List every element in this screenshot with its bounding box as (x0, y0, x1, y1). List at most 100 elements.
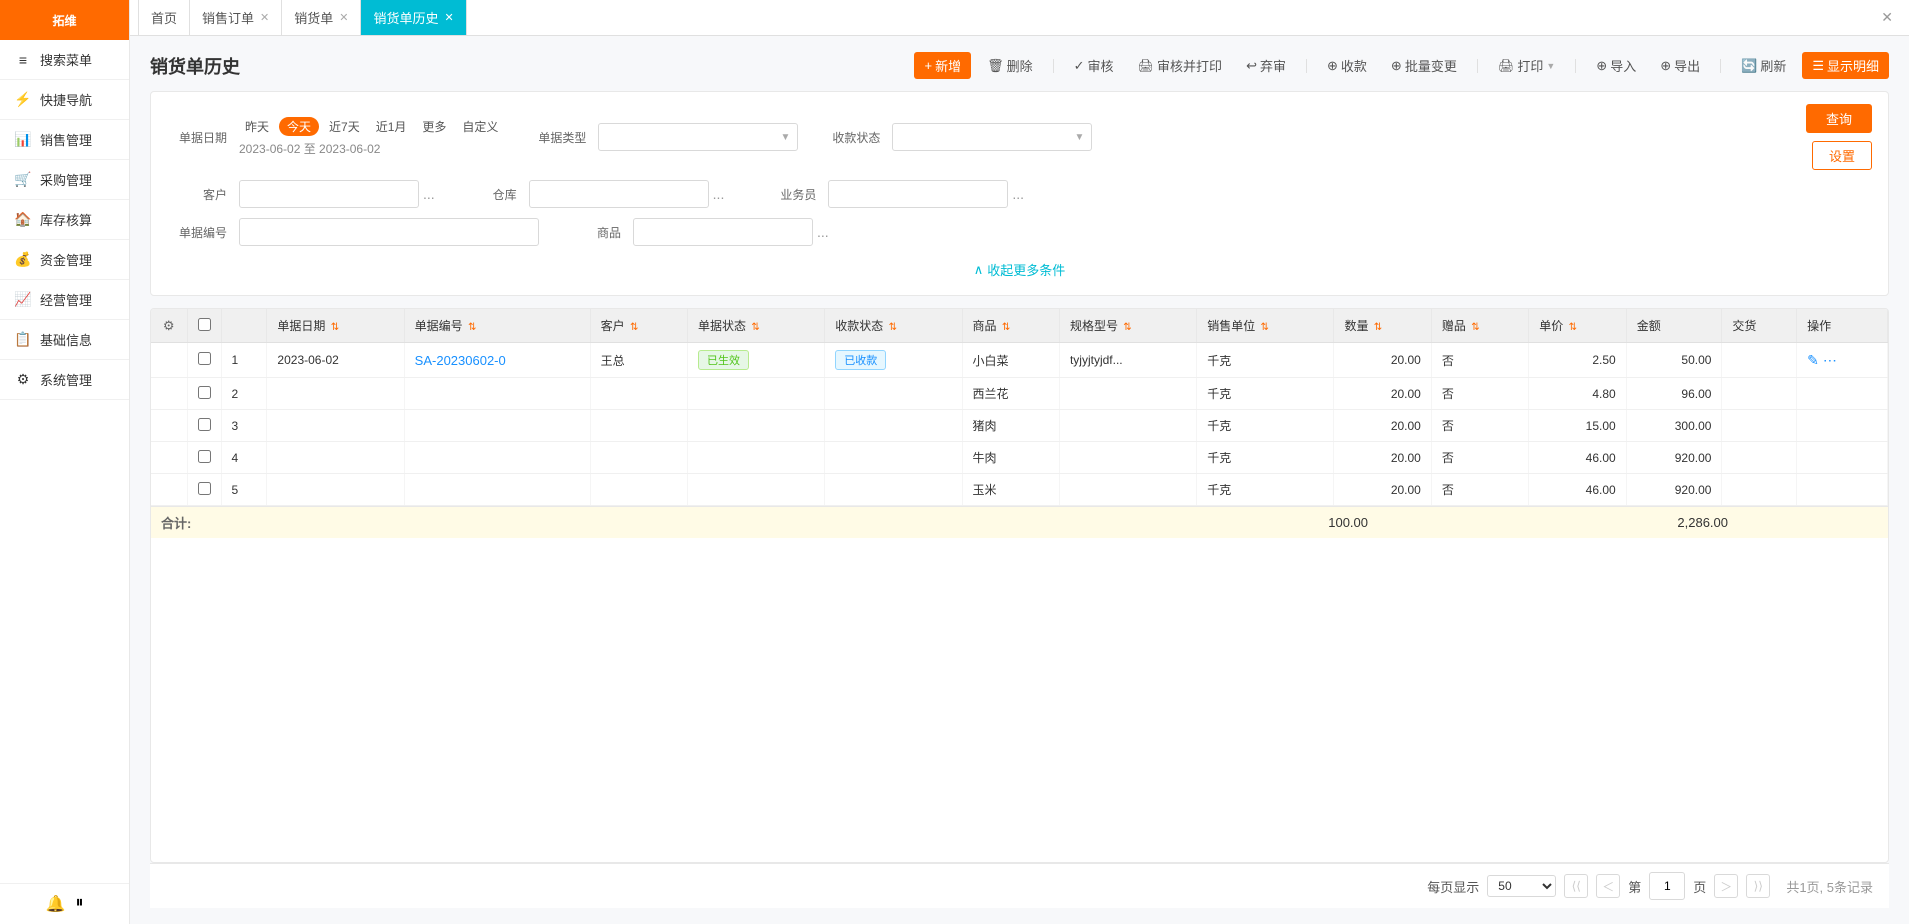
select-all-checkbox[interactable] (198, 318, 211, 331)
row-checkbox[interactable] (187, 343, 221, 378)
row-checkbox[interactable] (187, 442, 221, 474)
audit-button[interactable]: ✓ 审核 (1066, 52, 1122, 79)
delete-button[interactable]: 🗑 删除 (979, 52, 1041, 79)
batch-change-label: 批量变更 (1405, 56, 1457, 75)
th-payment-status[interactable]: 收款状态 ⇅ (825, 309, 962, 343)
doc-no-link[interactable]: SA-20230602-0 (415, 353, 506, 368)
date-chip-more[interactable]: 更多 (416, 117, 452, 136)
more-actions-icon[interactable]: ⋯ (1823, 352, 1837, 368)
new-button[interactable]: + 新增 (914, 52, 971, 79)
batch-change-button[interactable]: ⊕ 批量变更 (1383, 52, 1465, 79)
query-button[interactable]: 查询 (1806, 104, 1872, 133)
th-goods[interactable]: 商品 ⇅ (962, 309, 1059, 343)
goods-dots[interactable]: ... (817, 224, 829, 240)
show-detail-button[interactable]: ☰ 显示明细 (1802, 52, 1889, 79)
audit-print-icon: 🖨 (1138, 58, 1155, 74)
column-settings-icon[interactable]: ⚙ (163, 318, 175, 333)
date-chip-yesterday[interactable]: 昨天 (239, 117, 275, 136)
date-chip-custom[interactable]: 自定义 (456, 117, 504, 136)
refresh-button[interactable]: 🔄 刷新 (1733, 52, 1794, 79)
doc-no-input[interactable] (239, 218, 539, 246)
prev-page-button[interactable]: ＜ (1596, 874, 1620, 898)
date-chip-today[interactable]: 今天 (279, 117, 319, 136)
th-doc-status[interactable]: 单据状态 ⇅ (688, 309, 825, 343)
row-select-checkbox[interactable] (198, 450, 211, 463)
row-payment-status (825, 410, 962, 442)
sidebar-item-purchase-mgmt[interactable]: 🛒 采购管理 (0, 160, 129, 200)
goods-input[interactable] (633, 218, 813, 246)
row-unit-price: 15.00 (1529, 410, 1626, 442)
staff-dots[interactable]: ... (1012, 186, 1024, 202)
row-checkbox[interactable] (187, 410, 221, 442)
row-select-checkbox[interactable] (198, 352, 211, 365)
import-button[interactable]: ⊕ 导入 (1588, 52, 1644, 79)
print-dropdown-icon[interactable]: ▼ (1546, 61, 1555, 71)
edit-icon[interactable]: ✎ (1807, 352, 1819, 368)
tab-sales-history[interactable]: 销货单历史 ✕ (361, 0, 466, 35)
row-select-checkbox[interactable] (198, 386, 211, 399)
th-unit-price[interactable]: 单价 ⇅ (1529, 309, 1626, 343)
notification-icon[interactable]: 🔔 (46, 894, 66, 914)
th-gift[interactable]: 赠品 ⇅ (1431, 309, 1528, 343)
date-label: 单据日期 (167, 129, 227, 146)
collect-button[interactable]: ⊕ 收款 (1319, 52, 1375, 79)
th-unit[interactable]: 销售单位 ⇅ (1197, 309, 1334, 343)
tab-sales-goods[interactable]: 销货单 ✕ (282, 0, 361, 35)
date-chip-7days[interactable]: 近7天 (323, 117, 366, 136)
tab-sales-goods-close[interactable]: ✕ (339, 11, 348, 24)
sidebar-item-quick-nav[interactable]: ⚡ 快捷导航 (0, 80, 129, 120)
page-input[interactable] (1649, 872, 1685, 900)
set-button[interactable]: 设置 (1812, 141, 1872, 170)
customer-input[interactable] (239, 180, 419, 208)
sidebar-item-operations-mgmt[interactable]: 📈 经营管理 (0, 280, 129, 320)
audit-print-button[interactable]: 🖨 审核并打印 (1130, 52, 1231, 79)
next-page-button[interactable]: ＞ (1714, 874, 1738, 898)
sidebar-item-inventory-calc[interactable]: 🏠 库存核算 (0, 200, 129, 240)
print-button[interactable]: 🖨 打印 ▼ (1490, 52, 1563, 79)
customer-dots[interactable]: ... (423, 186, 435, 202)
row-seq: 1 (221, 343, 267, 378)
date-chip-1month[interactable]: 近1月 (370, 117, 413, 136)
sidebar-item-finance-mgmt[interactable]: 💰 资金管理 (0, 240, 129, 280)
quick-nav-icon: ⚡ (14, 91, 32, 108)
sidebar-item-sales-mgmt[interactable]: 📊 销售管理 (0, 120, 129, 160)
sidebar-item-search-menu[interactable]: ≡ 搜索菜单 (0, 40, 129, 80)
sidebar-item-basic-info[interactable]: 📋 基础信息 (0, 320, 129, 360)
export-button[interactable]: ⊕ 导出 (1652, 52, 1708, 79)
tab-sales-history-close[interactable]: ✕ (445, 11, 454, 24)
staff-input[interactable] (828, 180, 1008, 208)
th-doc-date[interactable]: 单据日期 ⇅ (267, 309, 404, 343)
collapse-button[interactable]: ∧ 收起更多条件 (974, 256, 1066, 283)
per-page-select[interactable]: 50 100 200 (1487, 875, 1556, 897)
sidebar-item-label: 资金管理 (40, 250, 92, 269)
payment-status-select[interactable] (892, 123, 1092, 151)
row-select-checkbox[interactable] (198, 418, 211, 431)
tab-window-close[interactable]: ✕ (1873, 5, 1901, 30)
th-qty[interactable]: 数量 ⇅ (1334, 309, 1431, 343)
th-doc-no[interactable]: 单据编号 ⇅ (404, 309, 590, 343)
main-area: 首页 销售订单 ✕ 销货单 ✕ 销货单历史 ✕ ✕ 销货单历史 + 新增 (130, 0, 1909, 924)
row-checkbox[interactable] (187, 378, 221, 410)
row-doc-date (267, 378, 404, 410)
doc-type-select[interactable] (598, 123, 798, 151)
table-footer: 合计: 100.00 2,286.00 (151, 506, 1888, 538)
content-area: 销货单历史 + 新增 🗑 删除 ✓ 审核 🖨 审核并打印 (130, 36, 1909, 924)
row-checkbox[interactable] (187, 474, 221, 506)
pause-icon[interactable]: ⏸ (75, 894, 83, 914)
tab-home[interactable]: 首页 (138, 0, 190, 35)
row-select-checkbox[interactable] (198, 482, 211, 495)
last-page-button[interactable]: ⟩⟩ (1746, 874, 1770, 898)
abandon-button[interactable]: ↩ 弃审 (1238, 52, 1294, 79)
tab-sales-order-close[interactable]: ✕ (260, 11, 269, 24)
th-customer[interactable]: 客户 ⇅ (590, 309, 687, 343)
tab-sales-order[interactable]: 销售订单 ✕ (190, 0, 282, 35)
th-action: 操作 (1797, 309, 1888, 343)
table-header-row: ⚙ 单据日期 ⇅ 单据编号 ⇅ 客户 ⇅ 单据状态 ⇅ 收款状态 ⇅ 商品 ⇅ … (151, 309, 1888, 343)
warehouse-input[interactable] (529, 180, 709, 208)
first-page-button[interactable]: ⟨⟨ (1564, 874, 1588, 898)
warehouse-dots[interactable]: ... (713, 186, 725, 202)
staff-label: 业务员 (756, 186, 816, 203)
th-spec[interactable]: 规格型号 ⇅ (1059, 309, 1196, 343)
row-settings (151, 343, 187, 378)
sidebar-item-system-mgmt[interactable]: ⚙ 系统管理 (0, 360, 129, 400)
